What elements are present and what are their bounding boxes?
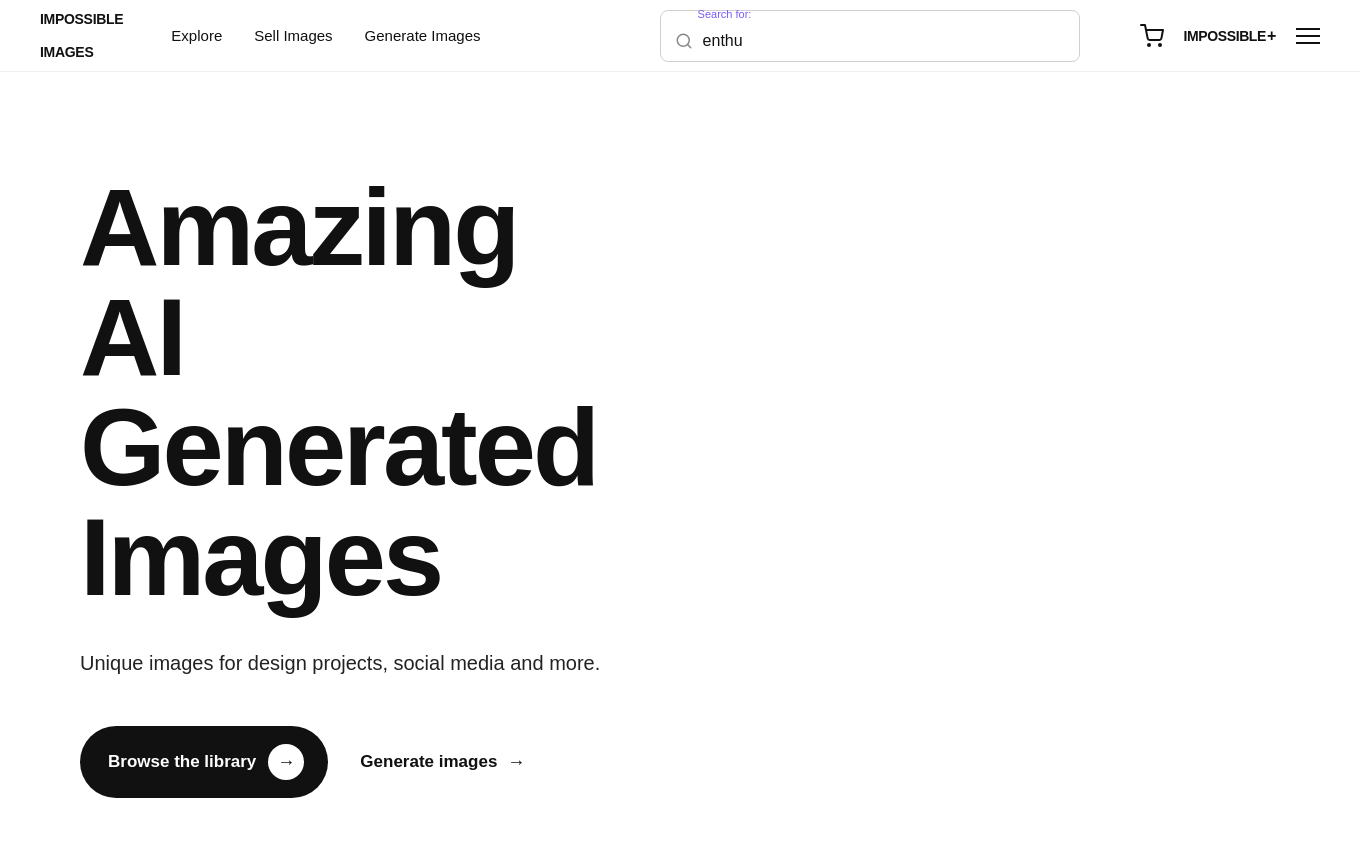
generate-images-button[interactable]: Generate images → — [360, 752, 525, 773]
nav-generate-images[interactable]: Generate Images — [365, 27, 481, 44]
search-container: Search for: — [660, 10, 1080, 62]
cart-icon[interactable] — [1140, 24, 1164, 48]
logo-line1: IMPOSSIBLE — [40, 11, 123, 27]
impossible-plus-button[interactable]: IMPOSSIBLE+ — [1184, 28, 1276, 44]
search-icon — [675, 32, 693, 50]
search-box: Search for: — [660, 10, 1080, 62]
search-input[interactable] — [703, 32, 1065, 50]
svg-point-3 — [1159, 44, 1161, 46]
main-nav: Explore Sell Images Generate Images — [171, 27, 480, 44]
hero-subtitle: Unique images for design projects, socia… — [80, 648, 620, 678]
generate-images-label: Generate images — [360, 752, 497, 772]
header-right: IMPOSSIBLE+ — [1140, 24, 1320, 48]
hero-title-line1: Amazing AI — [80, 165, 517, 398]
nav-explore[interactable]: Explore — [171, 27, 222, 44]
menu-icon[interactable] — [1296, 27, 1320, 45]
svg-line-1 — [687, 44, 690, 47]
hero-section: Amazing AI Generated Images Unique image… — [0, 72, 700, 798]
plus-symbol: + — [1267, 28, 1276, 44]
generate-arrow-icon: → — [507, 752, 525, 773]
search-label: Search for: — [698, 8, 752, 20]
nav-sell-images[interactable]: Sell Images — [254, 27, 332, 44]
hero-title-line3: Images — [80, 495, 441, 618]
hero-title: Amazing AI Generated Images — [80, 172, 620, 612]
browse-library-label: Browse the library — [108, 752, 256, 772]
site-header: IMPOSSIBLE IMAGES Explore Sell Images Ge… — [0, 0, 1360, 72]
impossible-plus-label: IMPOSSIBLE — [1184, 28, 1266, 44]
hero-actions: Browse the library → Generate images → — [80, 726, 620, 798]
svg-point-2 — [1148, 44, 1150, 46]
browse-library-button[interactable]: Browse the library → — [80, 726, 328, 798]
browse-arrow-icon: → — [268, 744, 304, 780]
logo[interactable]: IMPOSSIBLE IMAGES — [40, 0, 123, 76]
hero-title-line2: Generated — [80, 385, 597, 508]
logo-line2: IMAGES — [40, 44, 123, 60]
